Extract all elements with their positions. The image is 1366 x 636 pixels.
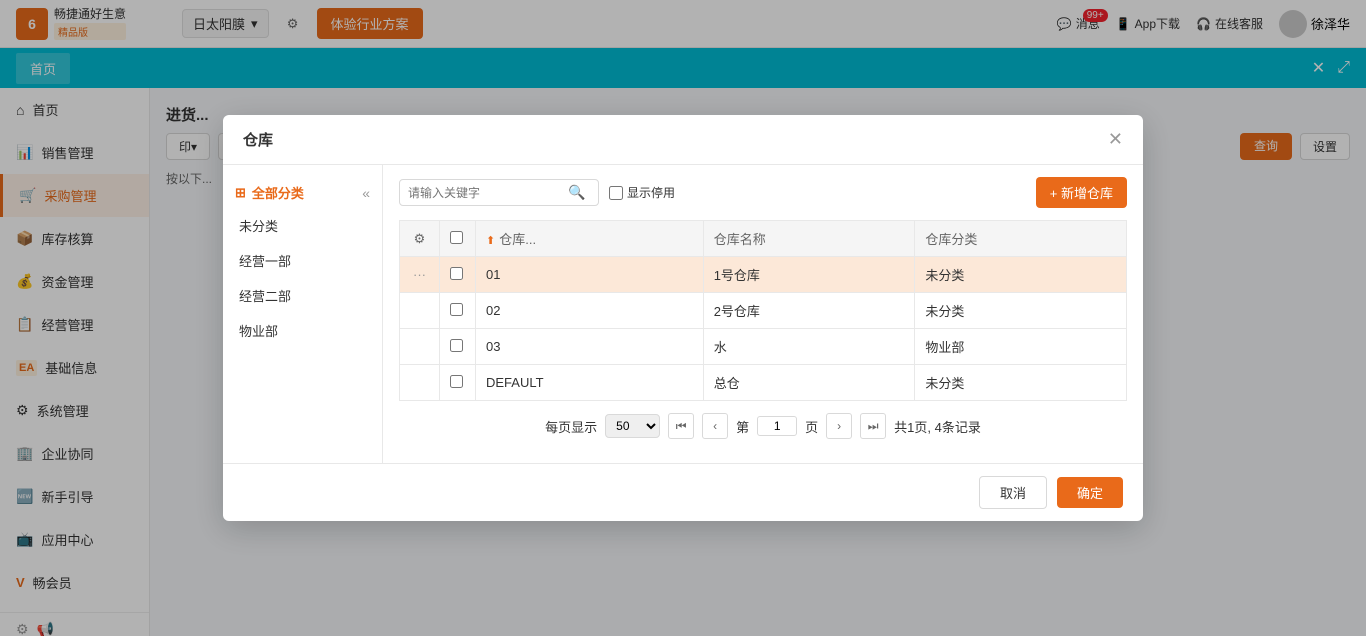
row-num-3: 03 bbox=[476, 329, 704, 365]
all-category-text: 全部分类 bbox=[252, 183, 304, 202]
col-name: 仓库名称 bbox=[703, 221, 915, 257]
modal-title: 仓库 bbox=[243, 129, 273, 150]
table-toolbar: 🔍 显示停用 + 新增仓库 bbox=[399, 177, 1127, 208]
table-head: ⚙ ⬆ 仓库... 仓库名称 仓库分类 bbox=[400, 221, 1127, 257]
category-all-label: ⊞ 全部分类 bbox=[235, 183, 304, 202]
row-gear-1: ··· bbox=[400, 257, 440, 293]
col-code[interactable]: ⬆ 仓库... bbox=[476, 221, 704, 257]
row-check-3[interactable] bbox=[440, 329, 476, 365]
table-row[interactable]: DEFAULT 总仓 未分类 bbox=[400, 365, 1127, 401]
row-num-1: 01 bbox=[476, 257, 704, 293]
search-box: 🔍 bbox=[399, 179, 599, 206]
grid-icon: ⊞ bbox=[235, 185, 246, 201]
search-input[interactable] bbox=[408, 186, 568, 200]
collapse-category-button[interactable]: « bbox=[362, 185, 370, 201]
prev-page-button[interactable]: ‹ bbox=[702, 413, 728, 439]
modal-overlay: 仓库 ✕ ⊞ 全部分类 « 未分类 经营一部 经营二部 物业部 bbox=[0, 0, 1366, 636]
row-category-1: 未分类 bbox=[915, 257, 1127, 293]
category-item-unclassified[interactable]: 未分类 bbox=[223, 208, 382, 243]
page-suffix: 页 bbox=[805, 417, 818, 436]
sort-icon: ⬆ bbox=[486, 235, 495, 247]
page-label: 第 bbox=[736, 417, 749, 436]
table-row[interactable]: 02 2号仓库 未分类 bbox=[400, 293, 1127, 329]
modal-header: 仓库 ✕ bbox=[223, 115, 1143, 165]
cancel-button[interactable]: 取消 bbox=[979, 476, 1047, 509]
first-page-button[interactable]: ⏮ bbox=[668, 413, 694, 439]
table-panel: 🔍 显示停用 + 新增仓库 ⚙ bbox=[383, 165, 1143, 463]
col-category-label: 仓库分类 bbox=[925, 232, 977, 247]
row-category-2: 未分类 bbox=[915, 293, 1127, 329]
modal-footer: 取消 确定 bbox=[223, 463, 1143, 521]
category-item-op1[interactable]: 经营一部 bbox=[223, 243, 382, 278]
show-disabled-text: 显示停用 bbox=[627, 184, 675, 201]
row-gear-3 bbox=[400, 329, 440, 365]
pagination: 每页显示 50 20 100 ⏮ ‹ 第 页 › ⏭ 共1页, 4条记录 bbox=[399, 401, 1127, 451]
col-code-label: 仓库... bbox=[499, 232, 536, 247]
warehouse-modal: 仓库 ✕ ⊞ 全部分类 « 未分类 经营一部 经营二部 物业部 bbox=[223, 115, 1143, 521]
show-disabled-label[interactable]: 显示停用 bbox=[609, 184, 675, 201]
row-actions-1[interactable]: ··· bbox=[413, 267, 426, 282]
row-name-4: 总仓 bbox=[703, 365, 915, 401]
select-all-checkbox[interactable] bbox=[450, 231, 463, 244]
row-name-1: 1号仓库 bbox=[703, 257, 915, 293]
category-all-item[interactable]: ⊞ 全部分类 « bbox=[223, 177, 382, 208]
col-category: 仓库分类 bbox=[915, 221, 1127, 257]
row-category-3: 物业部 bbox=[915, 329, 1127, 365]
per-page-label: 每页显示 bbox=[545, 417, 597, 436]
row-category-4: 未分类 bbox=[915, 365, 1127, 401]
col-name-label: 仓库名称 bbox=[714, 232, 766, 247]
modal-close-button[interactable]: ✕ bbox=[1108, 129, 1123, 150]
total-info: 共1页, 4条记录 bbox=[894, 417, 981, 436]
add-warehouse-button[interactable]: + 新增仓库 bbox=[1036, 177, 1127, 208]
row-check-4[interactable] bbox=[440, 365, 476, 401]
show-disabled-checkbox[interactable] bbox=[609, 186, 623, 200]
category-item-op2[interactable]: 经营二部 bbox=[223, 278, 382, 313]
per-page-select[interactable]: 50 20 100 bbox=[605, 414, 660, 438]
category-item-property[interactable]: 物业部 bbox=[223, 313, 382, 348]
confirm-button[interactable]: 确定 bbox=[1057, 477, 1123, 508]
col-check bbox=[440, 221, 476, 257]
table-row[interactable]: 03 水 物业部 bbox=[400, 329, 1127, 365]
row-num-4: DEFAULT bbox=[476, 365, 704, 401]
page-input[interactable] bbox=[757, 416, 797, 436]
row-name-3: 水 bbox=[703, 329, 915, 365]
table-container: ⚙ ⬆ 仓库... 仓库名称 仓库分类 ··· bbox=[399, 220, 1127, 401]
search-icon: 🔍 bbox=[568, 184, 585, 201]
warehouse-table: ⚙ ⬆ 仓库... 仓库名称 仓库分类 ··· bbox=[399, 220, 1127, 401]
last-page-button[interactable]: ⏭ bbox=[860, 413, 886, 439]
row-name-2: 2号仓库 bbox=[703, 293, 915, 329]
row-gear-4 bbox=[400, 365, 440, 401]
row-gear-2 bbox=[400, 293, 440, 329]
table-body: ··· 01 1号仓库 未分类 02 2号仓 bbox=[400, 257, 1127, 401]
table-row[interactable]: ··· 01 1号仓库 未分类 bbox=[400, 257, 1127, 293]
col-gear: ⚙ bbox=[400, 221, 440, 257]
category-panel: ⊞ 全部分类 « 未分类 经营一部 经营二部 物业部 bbox=[223, 165, 383, 463]
modal-body: ⊞ 全部分类 « 未分类 经营一部 经营二部 物业部 🔍 bbox=[223, 165, 1143, 463]
row-check-1[interactable] bbox=[440, 257, 476, 293]
row-num-2: 02 bbox=[476, 293, 704, 329]
row-check-2[interactable] bbox=[440, 293, 476, 329]
next-page-button[interactable]: › bbox=[826, 413, 852, 439]
